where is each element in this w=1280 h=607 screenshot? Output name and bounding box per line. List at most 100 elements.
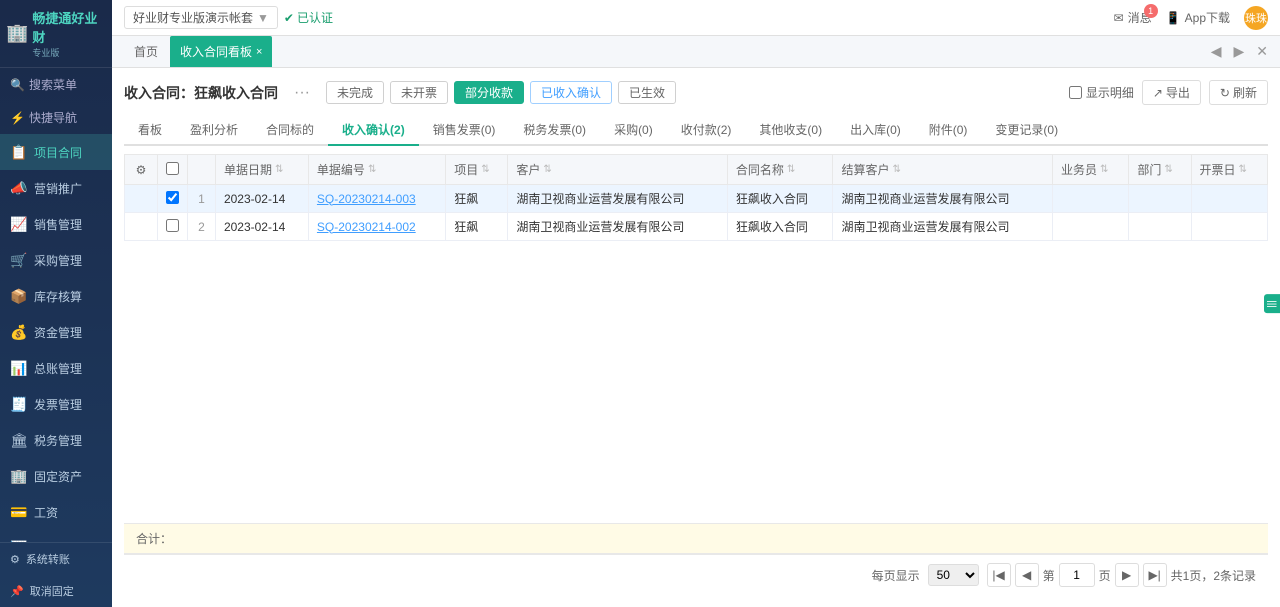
sidebar-item-cancel-pin[interactable]: 📌 取消固定 [0,575,112,607]
subtab-sales-invoice[interactable]: 销售发票(0) [419,115,510,146]
page-size-selector[interactable]: 20 50 100 200 [928,564,979,586]
page-size-select[interactable]: 20 50 100 200 [928,564,979,586]
app-download-button[interactable]: 📱 App下载 [1166,9,1230,26]
row-checkbox-cell[interactable] [157,185,187,213]
row-order-no-link[interactable]: SQ-20230214-002 [317,220,416,234]
subtab-kanban[interactable]: 看板 [124,115,176,146]
subtab-payment[interactable]: 收付款(2) [667,115,746,146]
verified-text: 已认证 [297,9,333,26]
sidebar-item-project[interactable]: 📋 项目合同 [0,134,112,170]
status-tag-incomplete[interactable]: 未完成 [326,81,384,104]
sidebar-item-hr[interactable]: 💳 工资 [0,494,112,530]
subtab-in-out-warehouse[interactable]: 出入库(0) [836,115,915,146]
col-customer-sort-icon[interactable]: ⇅ [543,165,551,174]
tab-contract-label: 收入合同看板 [180,43,252,60]
col-checkbox-all[interactable] [157,155,187,185]
sidebar-item-asset[interactable]: 🏢 固定资产 [0,458,112,494]
row-checkbox-cell[interactable] [157,213,187,241]
tab-next-icon[interactable]: ▶ [1229,41,1248,62]
col-department-sort-icon[interactable]: ⇅ [1164,165,1172,174]
col-order-no-label: 单据编号 [317,161,365,178]
status-tag-effective[interactable]: 已生效 [618,81,676,104]
export-icon: ↗ [1153,86,1163,100]
message-button[interactable]: ✉ 消息 1 [1114,9,1152,26]
settings-icon: ⚙ [10,553,20,566]
page-next-button[interactable]: ▶ [1115,563,1139,587]
company-selector[interactable]: 好业财专业版演示帐套 ▼ [124,6,278,29]
subtab-tax-invoice[interactable]: 税务发票(0) [509,115,600,146]
col-department[interactable]: 部门 ⇅ [1129,155,1191,185]
sidebar-item-settings[interactable]: ⚙ 系统转账 [0,543,112,575]
gear-icon[interactable]: ⚙ [136,163,147,177]
verified-badge: ✔ 已认证 [284,9,333,26]
col-contract-name[interactable]: 合同名称 ⇅ [727,155,833,185]
col-project-sort-icon[interactable]: ⇅ [481,165,489,174]
refresh-button[interactable]: ↻ 刷新 [1209,80,1268,105]
subtab-change-log[interactable]: 变更记录(0) [981,115,1072,146]
row-salesperson-cell [1052,185,1128,213]
status-tag-uninvoiced[interactable]: 未开票 [390,81,448,104]
col-customer-label: 客户 [516,161,540,178]
phone-icon: 📱 [1166,11,1181,25]
select-all-checkbox[interactable] [166,162,179,175]
sidebar-invoice-label: 发票管理 [34,396,82,413]
col-settlement-customer[interactable]: 结算客户 ⇅ [833,155,1052,185]
export-button[interactable]: ↗ 导出 [1142,80,1201,105]
col-billing-date[interactable]: 开票日 ⇅ [1191,155,1267,185]
sidebar-item-biz[interactable]: 📉 经营管理 [0,530,112,542]
page-number-input[interactable] [1059,563,1095,587]
col-settings: ⚙ [125,155,158,185]
subtab-revenue-confirm[interactable]: 收入确认(2) [328,115,419,146]
contract-more-button[interactable]: ··· [290,84,314,102]
row-order-no-cell[interactable]: SQ-20230214-003 [308,185,445,213]
col-date[interactable]: 单据日期 ⇅ [215,155,308,185]
sidebar-item-inventory[interactable]: 📦 库存核算 [0,278,112,314]
col-salesperson-sort-icon[interactable]: ⇅ [1100,165,1108,174]
col-contract-name-sort-icon[interactable]: ⇅ [787,165,795,174]
status-tag-partial-payment[interactable]: 部分收款 [454,81,524,104]
col-date-sort-icon[interactable]: ⇅ [275,165,283,174]
user-menu-button[interactable]: 珠珠 [1244,6,1268,30]
show-detail-toggle[interactable]: 显示明细 [1069,80,1134,105]
subtab-other-income[interactable]: 其他收支(0) [745,115,836,146]
col-project[interactable]: 项目 ⇅ [446,155,508,185]
tab-contract-board[interactable]: 收入合同看板 × [170,36,272,67]
row-checkbox[interactable] [166,219,179,232]
sidebar-item-general[interactable]: 📊 总账管理 [0,350,112,386]
subtab-purchase[interactable]: 采购(0) [600,115,667,146]
sidebar-purchase-label: 采购管理 [34,252,82,269]
tab-close-icon[interactable]: × [256,46,262,58]
row-actions-cell [125,213,158,241]
show-detail-checkbox[interactable] [1069,86,1082,99]
sidebar-item-purchase[interactable]: 🛒 采购管理 [0,242,112,278]
right-panel-toggle[interactable]: ||| [1264,294,1280,314]
sidebar-item-marketing[interactable]: 📣 营销推广 [0,170,112,206]
tab-close-all-icon[interactable]: ✕ [1252,41,1272,62]
topbar-left: 好业财专业版演示帐套 ▼ ✔ 已认证 [124,6,1102,29]
tab-prev-icon[interactable]: ◀ [1207,41,1226,62]
subtab-attachment[interactable]: 附件(0) [915,115,982,146]
tab-home[interactable]: 首页 [124,36,168,67]
row-order-no-cell[interactable]: SQ-20230214-002 [308,213,445,241]
col-billing-date-sort-icon[interactable]: ⇅ [1239,165,1247,174]
col-settlement-sort-icon[interactable]: ⇅ [892,165,900,174]
sidebar-item-tax[interactable]: 🏛 税务管理 [0,422,112,458]
sidebar-item-quicknav[interactable]: ⚡ 快捷导航 [0,101,112,134]
subtab-profit[interactable]: 盈利分析 [176,115,252,146]
sidebar-item-search[interactable]: 🔍 搜索菜单 [0,68,112,101]
col-order-no-sort-icon[interactable]: ⇅ [368,165,376,174]
col-salesperson[interactable]: 业务员 ⇅ [1052,155,1128,185]
page-first-button[interactable]: |◀ [987,563,1011,587]
row-checkbox[interactable] [166,191,179,204]
status-tag-confirmed[interactable]: 已收入确认 [530,81,612,104]
sidebar-item-sales[interactable]: 📈 销售管理 [0,206,112,242]
subtab-subject[interactable]: 合同标的 [252,115,328,146]
page-last-button[interactable]: ▶| [1143,563,1167,587]
row-order-no-link[interactable]: SQ-20230214-003 [317,192,416,206]
sidebar-item-finance[interactable]: 💰 资金管理 [0,314,112,350]
refresh-label: 刷新 [1233,84,1257,101]
col-order-no[interactable]: 单据编号 ⇅ [308,155,445,185]
page-prev-button[interactable]: ◀ [1015,563,1039,587]
sidebar-item-invoice[interactable]: 🧾 发票管理 [0,386,112,422]
col-customer[interactable]: 客户 ⇅ [508,155,727,185]
